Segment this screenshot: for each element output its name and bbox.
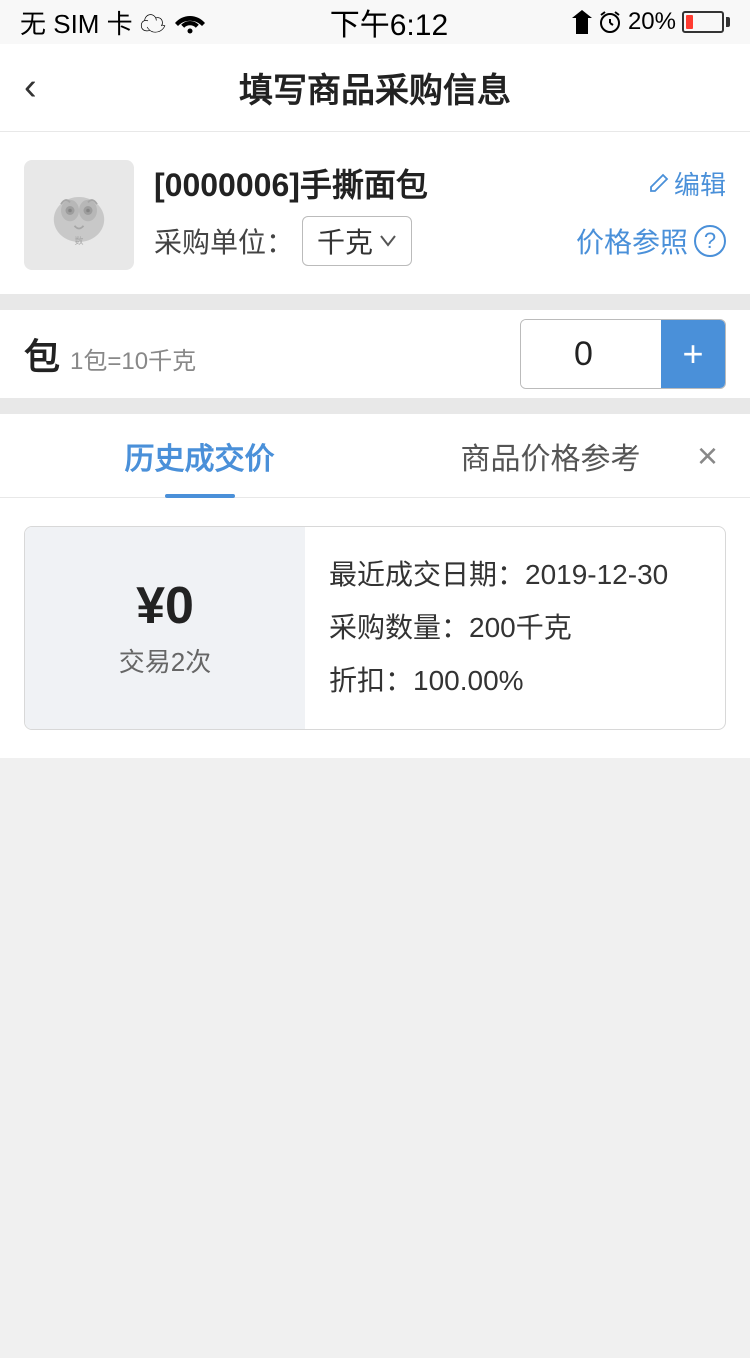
quantity-label: 包 1包=10千克 — [24, 328, 196, 380]
product-name-row: [0000006]手撕面包 编辑 — [154, 160, 726, 206]
tab-underline — [165, 494, 235, 498]
history-content: ¥0 交易2次 最近成交日期：2019-12-30 采购数量：200千克 折扣：… — [0, 498, 750, 758]
product-image: 数 — [24, 160, 134, 270]
price-ref-button[interactable]: 价格参照 ? — [576, 221, 726, 261]
history-details-panel: 最近成交日期：2019-12-30 采购数量：200千克 折扣：100.00% — [305, 527, 725, 729]
battery-icon — [682, 11, 730, 33]
history-discount: 折扣：100.00% — [329, 661, 701, 700]
sim-label: 无 SIM 卡 ☁ — [20, 4, 166, 41]
product-name: [0000006]手撕面包 — [154, 160, 428, 206]
product-thumbnail: 数 — [43, 179, 115, 251]
unit-left: 采购单位： 千克 — [154, 216, 412, 266]
unit-dropdown[interactable]: 千克 — [302, 216, 412, 266]
tab-history[interactable]: 历史成交价 — [24, 414, 375, 498]
svg-text:数: 数 — [74, 235, 83, 246]
edit-icon — [648, 172, 670, 194]
bottom-area — [0, 758, 750, 1358]
header: ‹ 填写商品采购信息 — [0, 44, 750, 132]
product-card: 数 [0000006]手撕面包 编辑 采购单位： — [0, 132, 750, 294]
product-info: [0000006]手撕面包 编辑 采购单位： 千克 — [154, 160, 726, 266]
status-left: 无 SIM 卡 ☁ — [20, 4, 206, 41]
unit-row: 采购单位： 千克 价格参照 ? — [154, 216, 726, 266]
tabs-header: 历史成交价 商品价格参考 × — [0, 414, 750, 498]
divider-2 — [0, 398, 750, 414]
history-price-panel: ¥0 交易2次 — [25, 527, 305, 729]
status-bar: 无 SIM 卡 ☁ 下午6:12 20% — [0, 0, 750, 44]
edit-button[interactable]: 编辑 — [648, 165, 726, 202]
quantity-input-group: + — [520, 319, 726, 389]
tabs-panel: 历史成交价 商品价格参考 × ¥0 交易2次 最近成交日期：2019-12-30… — [0, 414, 750, 758]
tab-price-ref[interactable]: 商品价格参考 — [375, 414, 726, 498]
quantity-row: 包 1包=10千克 + — [0, 310, 750, 398]
chevron-down-icon — [379, 234, 397, 248]
alarm-icon — [598, 10, 622, 34]
divider — [0, 294, 750, 310]
back-button[interactable]: ‹ — [24, 66, 37, 109]
tab-close-button[interactable]: × — [689, 427, 726, 485]
history-card: ¥0 交易2次 最近成交日期：2019-12-30 采购数量：200千克 折扣：… — [24, 526, 726, 730]
battery-percent: 20% — [628, 8, 676, 36]
page-title: 填写商品采购信息 — [239, 63, 511, 112]
history-qty: 采购数量：200千克 — [329, 608, 701, 647]
wifi-icon — [174, 10, 206, 34]
status-time: 下午6:12 — [330, 0, 448, 44]
quantity-input[interactable] — [521, 320, 661, 388]
product-top-row: 数 [0000006]手撕面包 编辑 采购单位： — [24, 160, 726, 270]
quantity-plus-button[interactable]: + — [661, 320, 725, 388]
status-right: 20% — [572, 8, 730, 36]
price-ref-help-icon: ? — [694, 225, 726, 257]
history-date: 最近成交日期：2019-12-30 — [329, 555, 701, 594]
location-icon — [572, 10, 592, 34]
